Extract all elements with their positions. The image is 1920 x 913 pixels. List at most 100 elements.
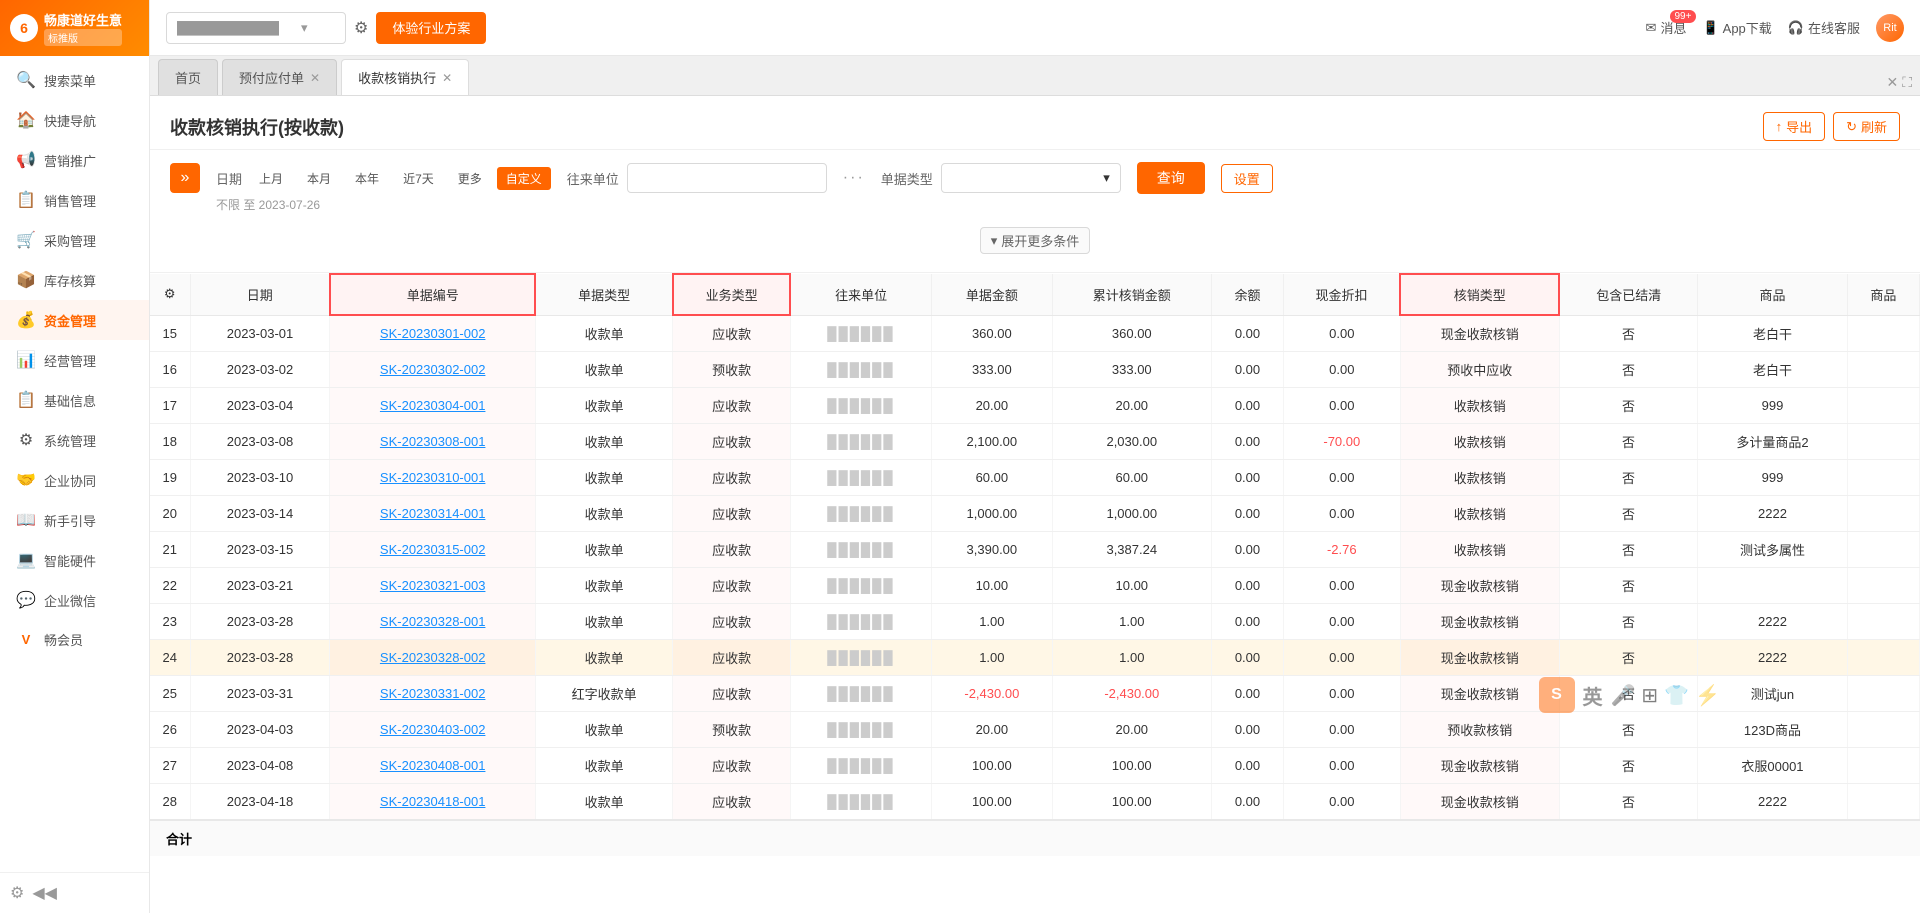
company-selector[interactable]: ████████████ ▾ [166, 12, 346, 44]
sidebar-item-sales[interactable]: 📋 销售管理 [0, 180, 149, 220]
app-download-button[interactable]: 📱 App下载 [1702, 18, 1771, 37]
col-header-bill-type[interactable]: 单据类型 [535, 274, 673, 315]
footer-writeoff-type [1400, 820, 1559, 856]
table-row: 202023-03-14SK-20230314-001收款单应收款██████1… [150, 496, 1920, 532]
query-button[interactable]: 查询 [1137, 162, 1205, 194]
sidebar-item-finance[interactable]: 💰 资金管理 [0, 300, 149, 340]
bill-type-select[interactable]: ▾ [941, 163, 1121, 193]
col-header-bill-no[interactable]: 单据编号 [330, 274, 535, 315]
date-btn-custom[interactable]: 自定义 [497, 167, 551, 190]
hardware-icon: 💻 [16, 550, 36, 570]
home-icon: 🏠 [16, 110, 36, 130]
footer-acc-amount [1052, 820, 1211, 856]
sidebar-footer: ⚙ ◀◀ [0, 872, 149, 913]
gear-icon: ⚙ [164, 286, 176, 301]
enterprise-icon: 🤝 [16, 470, 36, 490]
expand-tab-icon[interactable]: ⛶ [1902, 74, 1912, 91]
sidebar-item-basic[interactable]: 📋 基础信息 [0, 380, 149, 420]
collapse-sidebar-icon[interactable]: ◀◀ [32, 883, 57, 903]
message-badge: 99+ [1670, 10, 1697, 23]
partner-filter: 往来单位 [567, 163, 827, 193]
filter-expand-toggle[interactable]: » [170, 163, 200, 193]
finance-icon: 💰 [16, 310, 36, 330]
sidebar-item-purchase[interactable]: 🛒 采购管理 [0, 220, 149, 260]
date-btn-last-month[interactable]: 上月 [250, 167, 292, 190]
sidebar-item-inventory[interactable]: 📦 库存核算 [0, 260, 149, 300]
col-header-balance[interactable]: 余额 [1211, 274, 1283, 315]
date-btn-7days[interactable]: 近7天 [394, 167, 443, 190]
export-button[interactable]: ↑ 导出 [1763, 112, 1826, 141]
messages-button[interactable]: ✉ 消息 99+ [1646, 18, 1687, 37]
solution-button[interactable]: 体验行业方案 [376, 12, 486, 44]
refresh-button[interactable]: ↻ 刷新 [1833, 112, 1900, 141]
col-header-goods[interactable]: 商品 [1698, 274, 1848, 315]
filter-expand-row: ▾ 展开更多条件 [170, 221, 1900, 260]
search-icon: 🔍 [16, 70, 36, 90]
date-btn-this-year[interactable]: 本年 [346, 167, 388, 190]
content-area: 收款核销执行(按收款) ↑ 导出 ↻ 刷新 » 日期 [150, 96, 1920, 913]
col-header-partner[interactable]: 往来单位 [790, 274, 931, 315]
footer-balance [1211, 820, 1283, 856]
table-row: 252023-03-31SK-20230331-002红字收款单应收款█████… [150, 676, 1920, 712]
member-icon: V [16, 632, 36, 647]
col-header-cash-discount[interactable]: 现金折扣 [1284, 274, 1401, 315]
footer-goods2 [1847, 820, 1919, 856]
tab-pre-payment[interactable]: 预付应付单 ✕ [222, 59, 337, 95]
table-row: 272023-04-08SK-20230408-001收款单应收款██████1… [150, 748, 1920, 784]
chevron-down-icon: ▾ [1103, 170, 1110, 186]
date-btn-more[interactable]: 更多 [449, 167, 491, 190]
expand-conditions-button[interactable]: ▾ 展开更多条件 [980, 227, 1091, 254]
col-header-goods2[interactable]: 商品 [1847, 274, 1919, 315]
partner-input[interactable] [627, 163, 827, 193]
basic-icon: 📋 [16, 390, 36, 410]
chevron-down-icon: ▾ [991, 233, 998, 249]
close-tab-icon[interactable]: ✕ [1886, 74, 1898, 91]
settings-footer-icon[interactable]: ⚙ [10, 883, 24, 903]
tab-home[interactable]: 首页 [158, 59, 218, 95]
table-row: 232023-03-28SK-20230328-001收款单应收款██████1… [150, 604, 1920, 640]
settings-icon[interactable]: ⚙ [354, 18, 368, 38]
system-icon: ⚙ [16, 430, 36, 450]
date-range-display: 不限 至 2023-07-26 [216, 196, 1900, 213]
table-container: ⚙ 日期 单据编号 单据类型 业务类型 往来单位 单据金额 累计核销金额 余额 … [150, 273, 1920, 913]
sidebar-nav: 🔍 搜索菜单 🏠 快捷导航 📢 营销推广 📋 销售管理 🛒 采购管理 📦 库存核… [0, 56, 149, 872]
sidebar-item-guide[interactable]: 📖 新手引导 [0, 500, 149, 540]
filter-more-dots[interactable]: ··· [843, 169, 865, 187]
col-header-writeoff-type[interactable]: 核销类型 [1400, 274, 1559, 315]
user-avatar[interactable]: Rit [1876, 14, 1904, 42]
sidebar-item-quick-nav[interactable]: 🏠 快捷导航 [0, 100, 149, 140]
sales-icon: 📋 [16, 190, 36, 210]
col-header-include-settled[interactable]: 包含已结清 [1559, 274, 1697, 315]
footer-bill-amount [932, 820, 1053, 856]
table-row: 162023-03-02SK-20230302-002收款单预收款██████3… [150, 352, 1920, 388]
marketing-icon: 📢 [16, 150, 36, 170]
sidebar-item-operations[interactable]: 📊 经营管理 [0, 340, 149, 380]
sidebar-item-system[interactable]: ⚙ 系统管理 [0, 420, 149, 460]
tab-collection[interactable]: 收款核销执行 ✕ [341, 59, 469, 95]
sidebar-item-member[interactable]: V 畅会员 [0, 620, 149, 659]
tab-close-pre-payment[interactable]: ✕ [310, 71, 320, 85]
filter-setting-button[interactable]: 设置 [1221, 164, 1273, 193]
col-header-date[interactable]: 日期 [190, 274, 330, 315]
sidebar-item-wechat[interactable]: 💬 企业微信 [0, 580, 149, 620]
table-row: 172023-03-04SK-20230304-001收款单应收款██████2… [150, 388, 1920, 424]
date-filter: 日期 上月 本月 本年 近7天 更多 自定义 [216, 167, 551, 190]
sidebar-item-search[interactable]: 🔍 搜索菜单 [0, 60, 149, 100]
sidebar-item-marketing[interactable]: 📢 营销推广 [0, 140, 149, 180]
phone-icon: 📱 [1702, 20, 1718, 36]
table-row: 282023-04-18SK-20230418-001收款单应收款██████1… [150, 784, 1920, 821]
tab-actions: ✕ ⛶ [1886, 74, 1912, 95]
sidebar-item-enterprise[interactable]: 🤝 企业协同 [0, 460, 149, 500]
date-btn-this-month[interactable]: 本月 [298, 167, 340, 190]
sidebar-item-hardware[interactable]: 💻 智能硬件 [0, 540, 149, 580]
tab-close-collection[interactable]: ✕ [442, 71, 452, 85]
col-header-idx[interactable]: ⚙ [150, 274, 190, 315]
footer-include-settled [1559, 820, 1697, 856]
page-title: 收款核销执行(按收款) [170, 114, 344, 140]
col-header-bill-amount[interactable]: 单据金额 [932, 274, 1053, 315]
refresh-icon: ↻ [1846, 119, 1857, 135]
online-service-button[interactable]: 🎧 在线客服 [1788, 18, 1860, 37]
col-header-biz-type[interactable]: 业务类型 [673, 274, 790, 315]
chevron-down-icon: ▾ [301, 20, 308, 36]
col-header-acc-amount[interactable]: 累计核销金额 [1052, 274, 1211, 315]
